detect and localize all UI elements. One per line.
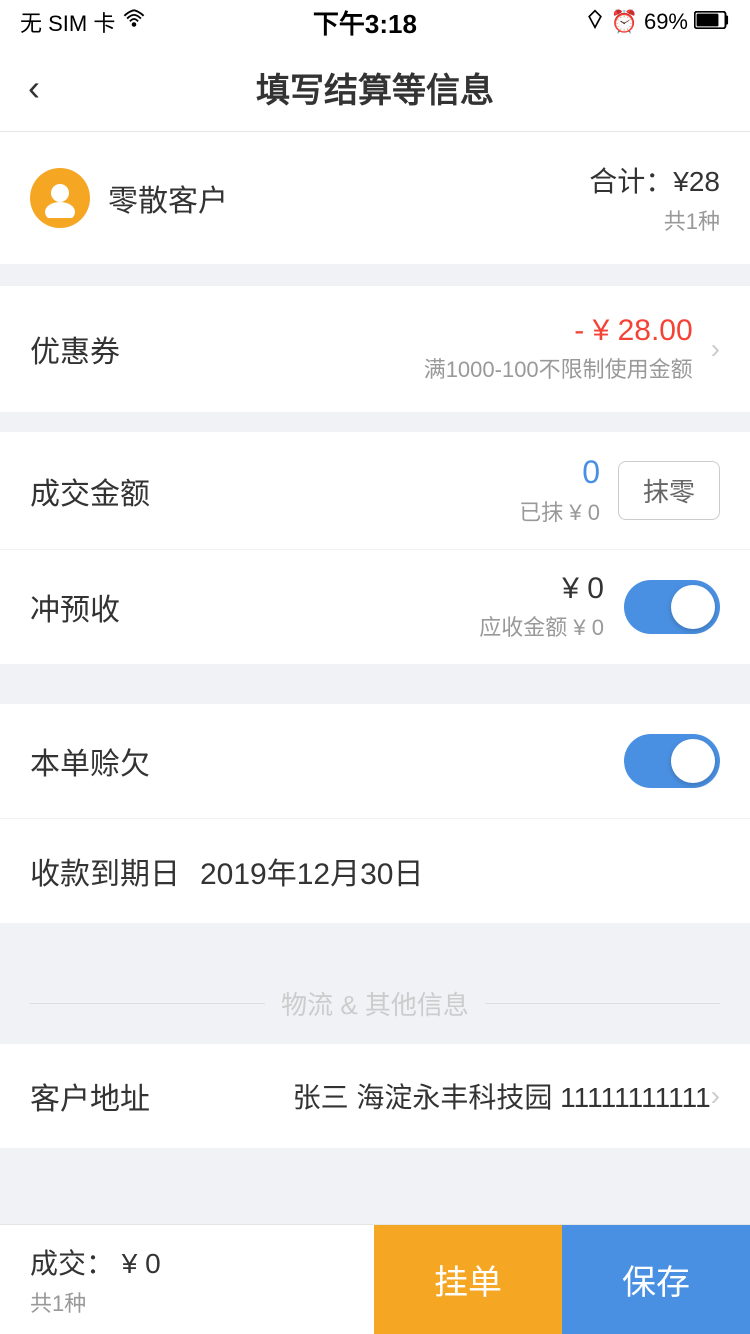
wifi-icon [123,8,145,36]
coupon-value-right: - ¥ 28.00 满1000-100不限制使用金额 › [424,314,720,384]
coupon-section: 优惠券 - ¥ 28.00 满1000-100不限制使用金额 › [0,286,750,412]
coupon-label: 优惠券 [30,327,120,371]
nav-bar: ‹ 填写结算等信息 [0,44,750,132]
transaction-label: 成交金额 [30,469,150,513]
bottom-transaction: 成交： ¥ 0 [30,1242,344,1282]
content-area: 零散客户 合计：¥28 共1种 优惠券 - ¥ 28.00 满1000-100不… [0,132,750,1268]
transaction-deducted: 已抹 ¥ 0 [519,495,600,527]
bottom-transaction-label: 成交： [30,1248,114,1279]
transaction-section: 成交金额 0 已抹 ¥ 0 抹零 冲预收 ¥ 0 应收金额 ¥ 0 [0,432,750,664]
prepay-amount: ¥ 0 [479,572,604,606]
credit-row: 本单赊欠 [0,704,750,818]
due-date-value[interactable]: 2019年12月30日 [200,849,423,893]
coupon-row[interactable]: 优惠券 - ¥ 28.00 满1000-100不限制使用金额 › [0,286,750,412]
logistics-label: 物流 & 其他信息 [281,985,469,1022]
save-button[interactable]: 保存 [562,1225,750,1334]
address-chevron-icon: › [711,1080,720,1112]
coupon-desc: 满1000-100不限制使用金额 [424,352,693,384]
prepay-toggle[interactable] [624,580,720,634]
transaction-row: 成交金额 0 已抹 ¥ 0 抹零 [0,432,750,550]
coupon-chevron-icon: › [711,333,720,365]
battery-icon [694,9,730,35]
bottom-count: 共1种 [30,1286,344,1318]
customer-total: 合计：¥28 [589,160,720,200]
coupon-amount: - ¥ 28.00 [424,314,693,348]
credit-toggle[interactable] [624,734,720,788]
address-value: 张三 海淀永丰科技园 11111111111 [170,1076,711,1116]
round-button[interactable]: 抹零 [618,461,720,520]
due-date-row: 收款到期日 2019年12月30日 [0,818,750,923]
bottom-transaction-value: ¥ 0 [122,1248,161,1279]
logistics-section: 物流 & 其他信息 [0,963,750,1044]
prepay-values: ¥ 0 应收金额 ¥ 0 [479,572,604,642]
alarm-icon: ⏰ [611,9,638,35]
credit-label: 本单赊欠 [30,739,150,783]
status-bar: 无 SIM 卡 下午3:18 ⏰ 69% [0,0,750,44]
battery-text: 69% [644,9,688,35]
bottom-bar: 成交： ¥ 0 共1种 挂单 保存 [0,1224,750,1334]
transaction-input-wrap: 0 已抹 ¥ 0 [519,454,600,527]
customer-left: 零散客户 [30,168,228,228]
section-divider-3 [0,664,750,684]
section-divider-4 [0,923,750,943]
status-right: ⏰ 69% [585,9,730,35]
customer-section: 零散客户 合计：¥28 共1种 [0,132,750,264]
section-divider-1 [0,266,750,286]
transaction-amount[interactable]: 0 [582,454,600,491]
customer-name: 零散客户 [108,176,228,220]
section-divider-2 [0,412,750,432]
address-label: 客户地址 [30,1074,150,1118]
status-left: 无 SIM 卡 [20,6,145,38]
hold-button[interactable]: 挂单 [374,1225,562,1334]
prepay-receivable: 应收金额 ¥ 0 [479,610,604,642]
back-button[interactable]: ‹ [28,67,40,109]
page-title: 填写结算等信息 [256,63,494,112]
address-row[interactable]: 客户地址 张三 海淀永丰科技园 11111111111 › [0,1044,750,1148]
prepay-label: 冲预收 [30,585,120,629]
transaction-right: 0 已抹 ¥ 0 抹零 [519,454,720,527]
bottom-info: 成交： ¥ 0 共1种 [0,1225,374,1334]
coupon-discount-value: - ¥ 28.00 满1000-100不限制使用金额 [424,314,693,384]
status-time: 下午3:18 [313,4,417,41]
address-section: 客户地址 张三 海淀永丰科技园 11111111111 › [0,1044,750,1148]
prepay-right: ¥ 0 应收金额 ¥ 0 [479,572,720,642]
location-icon [585,9,605,35]
prepay-row: 冲预收 ¥ 0 应收金额 ¥ 0 [0,550,750,664]
customer-count: 共1种 [589,204,720,236]
customer-right: 合计：¥28 共1种 [589,160,720,236]
customer-avatar [30,168,90,228]
carrier-text: 无 SIM 卡 [20,6,115,38]
due-date-label: 收款到期日 [30,849,180,893]
credit-section: 本单赊欠 收款到期日 2019年12月30日 [0,704,750,923]
logistics-header: 物流 & 其他信息 [0,963,750,1044]
